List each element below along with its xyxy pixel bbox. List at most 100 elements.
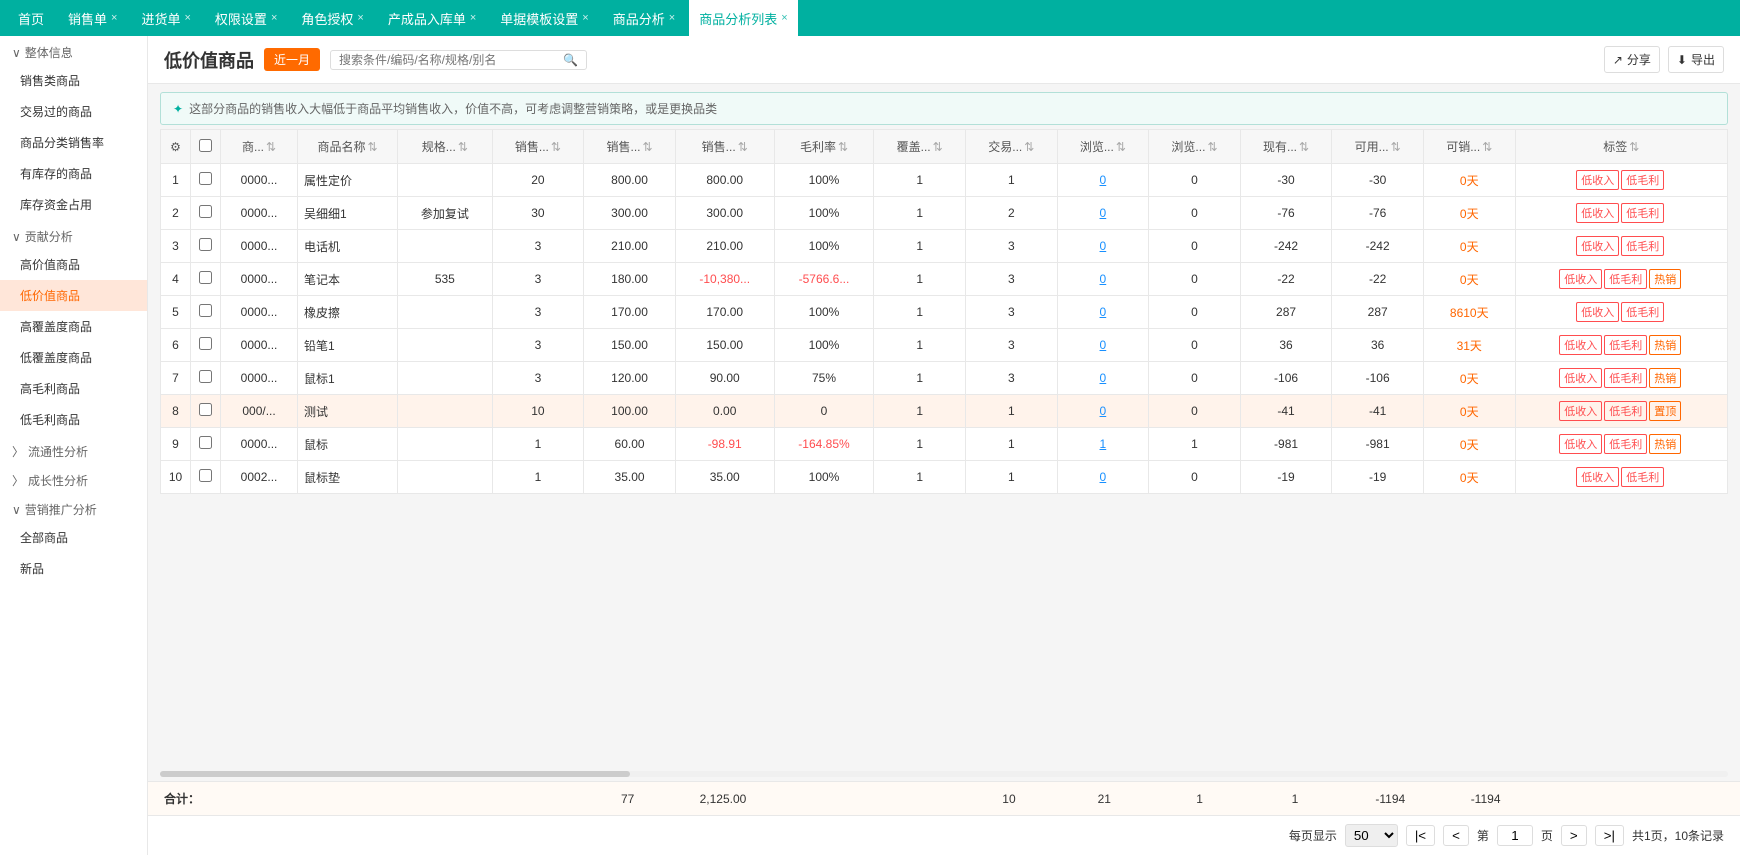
export-button[interactable]: ⬇ 导出 — [1668, 46, 1724, 73]
sidebar-item-all-goods[interactable]: 全部商品 — [0, 522, 147, 553]
last-page-btn[interactable]: >| — [1595, 825, 1624, 846]
nav-analysis-list[interactable]: 商品分析列表× — [689, 0, 797, 36]
nav-purchase[interactable]: 进货单× — [131, 0, 200, 36]
page-number-input[interactable] — [1497, 825, 1533, 846]
scrollbar-thumb[interactable] — [160, 771, 630, 777]
col-trade[interactable]: 交易...⇅ — [965, 130, 1057, 164]
nav-close-analysis[interactable]: × — [669, 12, 675, 24]
col-sales2[interactable]: 销售...⇅ — [584, 130, 676, 164]
sidebar-item-high-margin[interactable]: 高毛利商品 — [0, 373, 147, 404]
row-checkbox[interactable] — [199, 271, 212, 284]
search-icon[interactable]: 🔍 — [563, 53, 578, 67]
table-row: 50000...橡皮擦3170.00170.00100%130028728786… — [161, 296, 1728, 329]
row-checkbox[interactable] — [199, 469, 212, 482]
table-row: 70000...鼠标13120.0090.0075%1300-106-1060天… — [161, 362, 1728, 395]
tag-badge: 置顶 — [1649, 401, 1681, 421]
sidebar-item-new-goods[interactable]: 新品 — [0, 553, 147, 584]
nav-sales[interactable]: 销售单× — [58, 0, 127, 36]
row-margin-rate: 75% — [774, 362, 874, 395]
info-icon: ✦ — [173, 102, 183, 116]
sidebar-item-low-margin[interactable]: 低毛利商品 — [0, 404, 147, 435]
row-view1-link[interactable]: 0 — [1100, 305, 1107, 319]
tag-badge: 低收入 — [1559, 269, 1602, 289]
horizontal-scrollbar[interactable] — [160, 771, 1728, 777]
col-view2[interactable]: 浏览...⇅ — [1149, 130, 1241, 164]
row-checkbox[interactable] — [199, 370, 212, 383]
col-days[interactable]: 可销...⇅ — [1423, 130, 1515, 164]
sidebar-section-circulation[interactable]: 〉 流通性分析 — [0, 435, 147, 464]
sidebar-item-high-value[interactable]: 高价值商品 — [0, 249, 147, 280]
first-page-btn[interactable]: |< — [1406, 825, 1435, 846]
sidebar-section-growth[interactable]: 〉 成长性分析 — [0, 464, 147, 493]
col-sales3[interactable]: 销售...⇅ — [675, 130, 774, 164]
filter-recent-month[interactable]: 近一月 — [264, 48, 320, 71]
row-view2: 0 — [1149, 197, 1241, 230]
prev-page-btn[interactable]: < — [1443, 825, 1469, 846]
search-box: 🔍 — [330, 50, 587, 70]
row-checkbox[interactable] — [199, 403, 212, 416]
sidebar-item-low-value[interactable]: 低价值商品 — [0, 280, 147, 311]
col-stock2[interactable]: 可用...⇅ — [1332, 130, 1424, 164]
col-settings[interactable]: ⚙ — [161, 130, 191, 164]
nav-close-template[interactable]: × — [582, 12, 588, 24]
col-tags[interactable]: 标签⇅ — [1515, 130, 1727, 164]
search-input[interactable] — [339, 53, 559, 67]
row-checkbox[interactable] — [199, 304, 212, 317]
select-all-checkbox[interactable] — [199, 139, 212, 152]
sidebar-item-low-coverage[interactable]: 低覆盖度商品 — [0, 342, 147, 373]
nav-close-purchase[interactable]: × — [184, 12, 190, 24]
row-checkbox[interactable] — [199, 172, 212, 185]
row-view1-link[interactable]: 0 — [1100, 404, 1107, 418]
sidebar-item-stock-capital[interactable]: 库存资金占用 — [0, 189, 147, 220]
row-checkbox[interactable] — [199, 238, 212, 251]
row-view1-link[interactable]: 1 — [1100, 437, 1107, 451]
row-checkbox[interactable] — [199, 337, 212, 350]
col-coverage[interactable]: 覆盖...⇅ — [874, 130, 966, 164]
nav-close-inventory[interactable]: × — [470, 12, 476, 24]
row-view1-link[interactable]: 0 — [1100, 173, 1107, 187]
row-view1-link[interactable]: 0 — [1100, 272, 1107, 286]
per-page-select[interactable]: 50 100 200 — [1345, 824, 1398, 847]
nav-template[interactable]: 单据模板设置× — [490, 0, 598, 36]
share-button[interactable]: ↗ 分享 — [1604, 46, 1660, 73]
nav-close-sales[interactable]: × — [111, 12, 117, 24]
nav-roles[interactable]: 角色授权× — [291, 0, 373, 36]
sidebar-item-sales-goods[interactable]: 销售类商品 — [0, 65, 147, 96]
col-margin-rate[interactable]: 毛利率⇅ — [774, 130, 874, 164]
row-coverage: 1 — [874, 362, 966, 395]
row-stock1: -76 — [1240, 197, 1332, 230]
sidebar-item-traded-goods[interactable]: 交易过的商品 — [0, 96, 147, 127]
row-view1-link[interactable]: 0 — [1100, 371, 1107, 385]
col-stock1[interactable]: 现有...⇅ — [1240, 130, 1332, 164]
col-name[interactable]: 商品名称⇅ — [298, 130, 398, 164]
row-view1-link[interactable]: 0 — [1100, 338, 1107, 352]
nav-permissions[interactable]: 权限设置× — [205, 0, 287, 36]
row-checkbox[interactable] — [199, 436, 212, 449]
next-page-btn[interactable]: > — [1561, 825, 1587, 846]
nav-close-roles[interactable]: × — [357, 12, 363, 24]
nav-close-analysis-list[interactable]: × — [781, 12, 787, 24]
row-margin-rate: 0 — [774, 395, 874, 428]
sidebar-item-high-coverage[interactable]: 高覆盖度商品 — [0, 311, 147, 342]
row-view1: 0 — [1057, 197, 1149, 230]
row-days: 0天 — [1423, 461, 1515, 494]
row-sales1: 3 — [492, 329, 584, 362]
row-view1-link[interactable]: 0 — [1100, 470, 1107, 484]
col-sales1[interactable]: 销售...⇅ — [492, 130, 584, 164]
nav-analysis[interactable]: 商品分析× — [603, 0, 685, 36]
nav-home[interactable]: 首页 — [8, 0, 54, 36]
col-view1[interactable]: 浏览...⇅ — [1057, 130, 1149, 164]
nav-close-permissions[interactable]: × — [271, 12, 277, 24]
col-code[interactable]: 商...⇅ — [221, 130, 298, 164]
row-margin-rate: 100% — [774, 461, 874, 494]
col-checkbox-all[interactable] — [191, 130, 221, 164]
row-stock2: -41 — [1332, 395, 1424, 428]
row-checkbox[interactable] — [199, 205, 212, 218]
col-spec[interactable]: 规格...⇅ — [398, 130, 493, 164]
row-view1-link[interactable]: 0 — [1100, 206, 1107, 220]
row-view1-link[interactable]: 0 — [1100, 239, 1107, 253]
sidebar-item-stocked-goods[interactable]: 有库存的商品 — [0, 158, 147, 189]
nav-inventory[interactable]: 产成品入库单× — [378, 0, 486, 36]
sidebar-item-category-rate[interactable]: 商品分类销售率 — [0, 127, 147, 158]
row-spec — [398, 362, 493, 395]
